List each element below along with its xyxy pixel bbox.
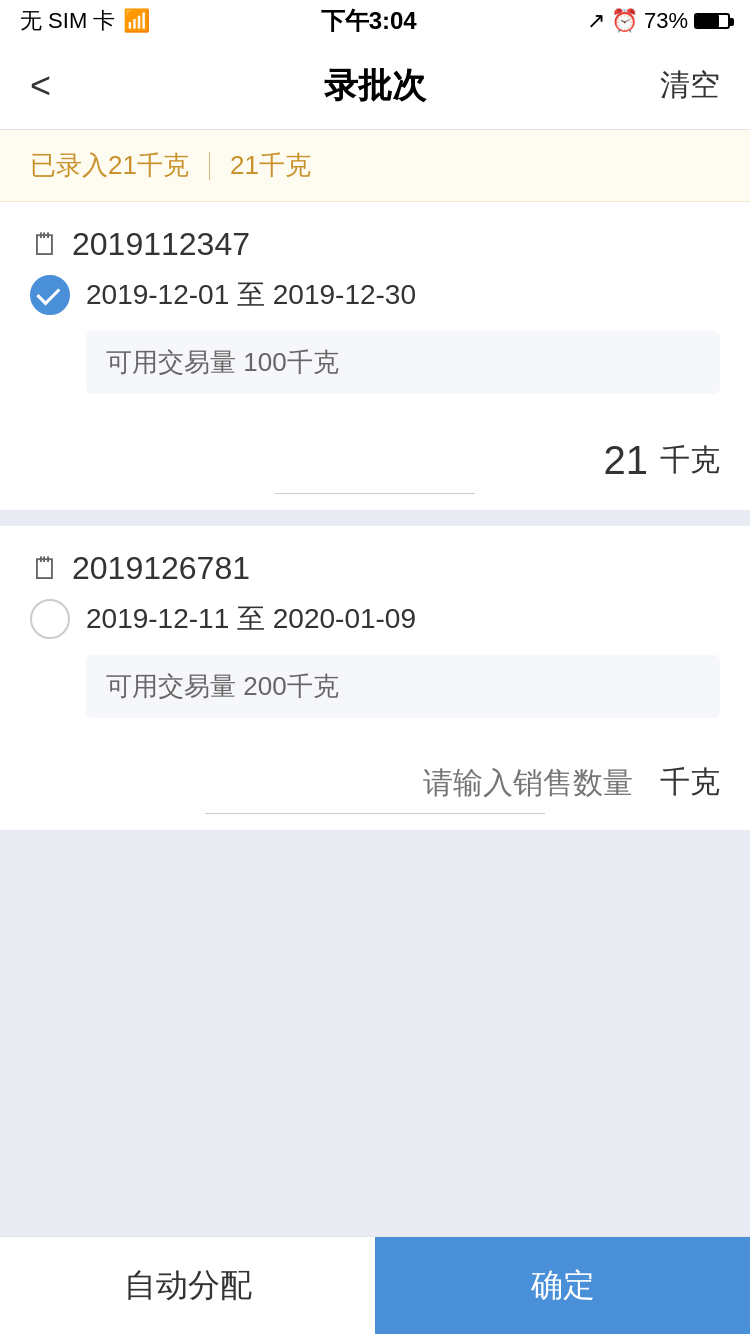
- batch-1-avail: 可用交易量 100千克: [86, 331, 720, 394]
- recorded-value: 21千克: [230, 148, 311, 183]
- back-button[interactable]: <: [30, 65, 90, 107]
- main-content: 已录入21千克 21千克 🗒 2019112347 2019-12-01 至 2…: [0, 130, 750, 1236]
- gray-area: [0, 846, 750, 1236]
- status-bar: 无 SIM 卡 📶 下午3:04 ↗ ⏰ 73%: [0, 0, 750, 42]
- batch-2-id: 2019126781: [72, 550, 250, 587]
- wifi-icon: 📶: [123, 8, 150, 34]
- batch-1-bottom-space: [0, 494, 750, 510]
- batch-2-bottom-space: [0, 814, 750, 830]
- batch-1-unit: 千克: [660, 440, 720, 481]
- auto-distribute-button[interactable]: 自动分配: [0, 1237, 375, 1334]
- batch-1-amount: 21: [604, 438, 649, 483]
- section-divider-1: [0, 510, 750, 526]
- batch-1-radio[interactable]: [30, 275, 70, 315]
- clear-button[interactable]: 清空: [660, 65, 720, 106]
- section-divider-2: [0, 830, 750, 846]
- batch-2-input-row[interactable]: 千克: [0, 742, 750, 813]
- batch-2-item: 🗒 2019126781 2019-12-11 至 2020-01-09 可用交…: [0, 526, 750, 742]
- batch-2-unit: 千克: [660, 762, 720, 803]
- nav-bar: < 录批次 清空: [0, 42, 750, 130]
- batch-2-date-row[interactable]: 2019-12-11 至 2020-01-09: [30, 599, 720, 639]
- page-title: 录批次: [324, 63, 426, 109]
- info-divider: [209, 152, 210, 180]
- status-right: ↗ ⏰ 73%: [587, 8, 730, 34]
- recorded-label: 已录入21千克: [30, 148, 189, 183]
- batch-1-icon: 🗒: [30, 228, 60, 262]
- batch-1-amount-row: 21 千克: [0, 418, 750, 493]
- batch-1-section: 🗒 2019112347 2019-12-01 至 2019-12-30 可用交…: [0, 202, 750, 510]
- batch-2-icon: 🗒: [30, 552, 60, 586]
- info-banner: 已录入21千克 21千克: [0, 130, 750, 202]
- battery-bar: [694, 13, 730, 29]
- location-icon: ↗: [587, 8, 605, 34]
- batch-2-radio[interactable]: [30, 599, 70, 639]
- bottom-bar: 自动分配 确定: [0, 1236, 750, 1334]
- battery-fill: [696, 15, 719, 27]
- qty-input[interactable]: [30, 766, 648, 800]
- batch-2-header: 🗒 2019126781: [30, 550, 720, 587]
- carrier-label: 无 SIM 卡: [20, 6, 115, 36]
- battery-percent: 73%: [644, 8, 688, 34]
- batch-2-avail: 可用交易量 200千克: [86, 655, 720, 718]
- batch-1-item: 🗒 2019112347 2019-12-01 至 2019-12-30 可用交…: [0, 202, 750, 418]
- confirm-button[interactable]: 确定: [375, 1237, 750, 1334]
- batch-1-id: 2019112347: [72, 226, 250, 263]
- batch-2-date: 2019-12-11 至 2020-01-09: [86, 600, 416, 638]
- batch-1-date: 2019-12-01 至 2019-12-30: [86, 276, 416, 314]
- alarm-icon: ⏰: [611, 8, 638, 34]
- batch-1-date-row[interactable]: 2019-12-01 至 2019-12-30: [30, 275, 720, 315]
- status-left: 无 SIM 卡 📶: [20, 6, 150, 36]
- batch-1-header: 🗒 2019112347: [30, 226, 720, 263]
- batch-2-section: 🗒 2019126781 2019-12-11 至 2020-01-09 可用交…: [0, 526, 750, 830]
- status-time: 下午3:04: [321, 5, 417, 37]
